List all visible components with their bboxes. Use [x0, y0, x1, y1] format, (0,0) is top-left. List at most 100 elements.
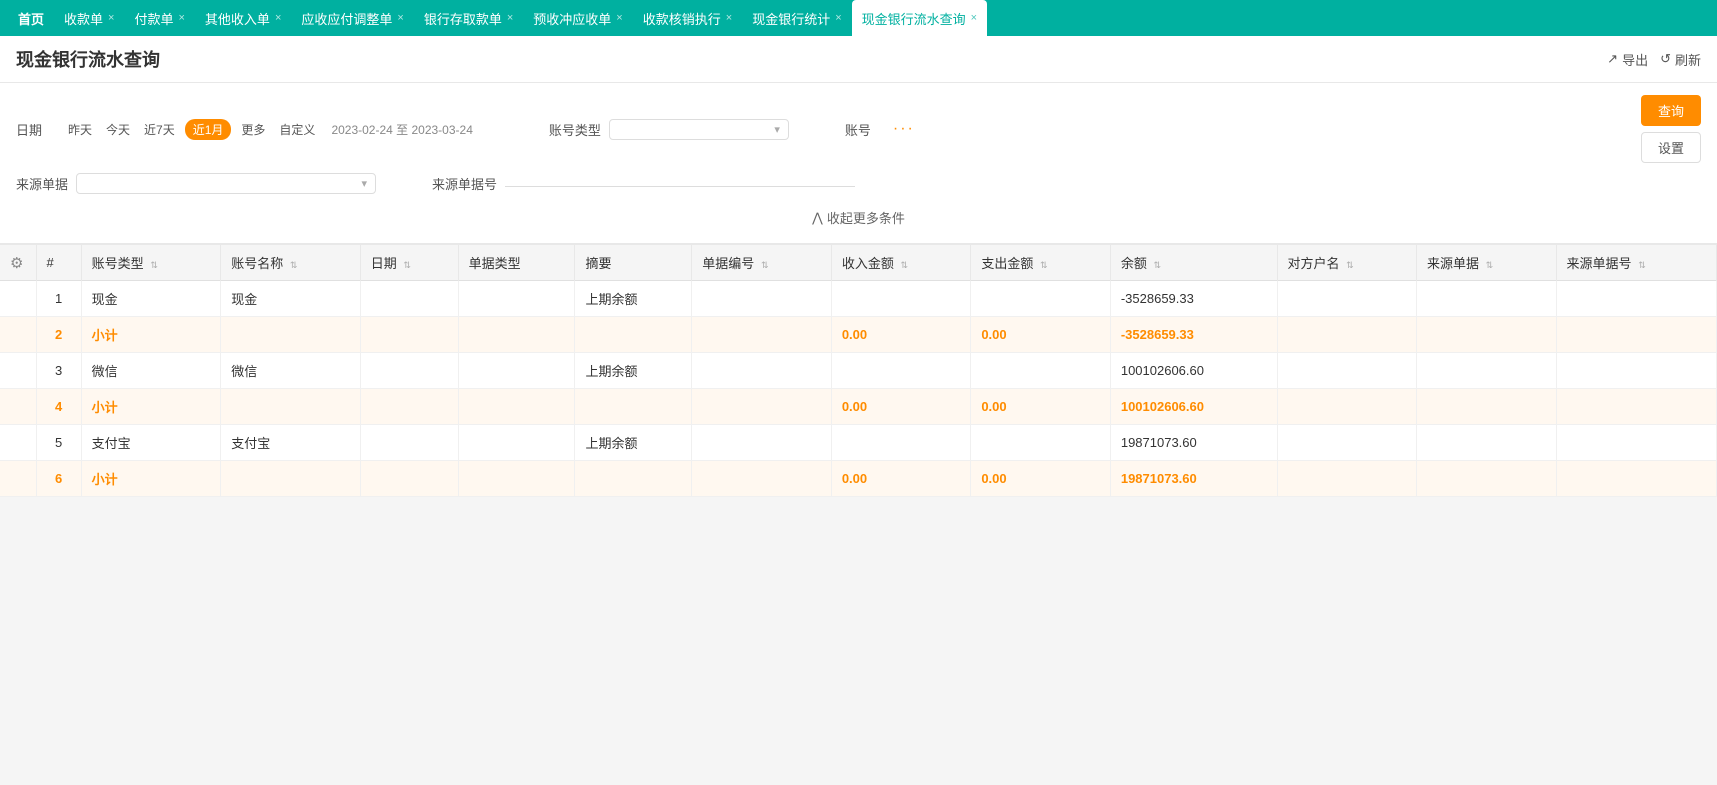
nav-tab-other-income[interactable]: 其他收入单 ×: [195, 0, 291, 36]
nav-tab-prepaid-close[interactable]: ×: [616, 12, 622, 24]
export-button[interactable]: ↗ 导出: [1607, 50, 1648, 69]
th-date[interactable]: 日期 ⇅: [360, 245, 458, 281]
date-opt-today[interactable]: 今天: [102, 119, 134, 140]
refresh-icon: ↺: [1660, 51, 1671, 67]
th-balance[interactable]: 余额 ⇅: [1110, 245, 1277, 281]
nav-tab-cash-bank-flow[interactable]: 现金银行流水查询 ×: [852, 0, 987, 36]
td-expense: [971, 425, 1111, 461]
date-opt-7days[interactable]: 近7天: [140, 119, 179, 140]
table-row[interactable]: 3微信微信上期余额100102606.60: [0, 353, 1717, 389]
td-summary: [575, 389, 692, 425]
nav-tab-cash-bank-flow-close[interactable]: ×: [971, 12, 977, 24]
sort-icon-account-name: ⇅: [290, 260, 298, 270]
th-source-bill-num[interactable]: 来源单据号 ⇅: [1556, 245, 1716, 281]
td-counterparty: [1277, 353, 1417, 389]
page-header: 现金银行流水查询 ↗ 导出 ↺ 刷新: [0, 36, 1717, 83]
td-source-bill-num: [1556, 281, 1716, 317]
td-date: [360, 281, 458, 317]
export-icon: ↗: [1607, 51, 1618, 67]
th-gear[interactable]: ⚙: [0, 245, 36, 281]
table-row[interactable]: 6小计0.000.0019871073.60: [0, 461, 1717, 497]
th-expense[interactable]: 支出金额 ⇅: [971, 245, 1111, 281]
table-row[interactable]: 4小计0.000.00100102606.60: [0, 389, 1717, 425]
th-account-type[interactable]: 账号类型 ⇅: [81, 245, 221, 281]
td-source-bill: [1417, 461, 1557, 497]
nav-tab-prepaid[interactable]: 预收冲应收单 ×: [523, 0, 632, 36]
td-income: 0.00: [831, 317, 971, 353]
nav-tab-receipt-verify-close[interactable]: ×: [726, 12, 732, 24]
td-num: 5: [36, 425, 81, 461]
data-table: ⚙ # 账号类型 ⇅ 账号名称 ⇅ 日期 ⇅ 单据类型: [0, 245, 1717, 497]
nav-tab-ar-ap-adjust-label: 应收应付调整单: [301, 9, 392, 28]
date-label: 日期: [16, 120, 56, 139]
date-opt-custom[interactable]: 自定义: [275, 119, 319, 140]
td-date: [360, 353, 458, 389]
collapse-icon: ⋀: [812, 210, 823, 226]
td-summary: 上期余额: [575, 425, 692, 461]
th-source-bill[interactable]: 来源单据 ⇅: [1417, 245, 1557, 281]
th-account-name[interactable]: 账号名称 ⇅: [221, 245, 361, 281]
nav-tab-payment-close[interactable]: ×: [178, 12, 184, 24]
action-buttons: 查询 设置: [1641, 95, 1701, 163]
td-source-bill-num: [1556, 461, 1716, 497]
settings-button[interactable]: 设置: [1641, 132, 1701, 163]
th-num: #: [36, 245, 81, 281]
refresh-label: 刷新: [1675, 50, 1701, 69]
td-account-type: 小计: [81, 461, 221, 497]
td-summary: 上期余额: [575, 281, 692, 317]
nav-tab-receipt-verify-label: 收款核销执行: [643, 9, 721, 28]
nav-tab-cash-bank-stat-label: 现金银行统计: [752, 9, 830, 28]
nav-tab-receipt-label: 收款单: [64, 9, 103, 28]
td-bill-number: [692, 353, 832, 389]
td-bill-type: [458, 461, 575, 497]
td-income: [831, 353, 971, 389]
nav-tab-receipt-close[interactable]: ×: [108, 12, 114, 24]
query-button[interactable]: 查询: [1641, 95, 1701, 126]
td-gear: [0, 353, 36, 389]
nav-tab-other-income-close[interactable]: ×: [275, 12, 281, 24]
nav-tab-ar-ap-adjust[interactable]: 应收应付调整单 ×: [291, 0, 413, 36]
date-opt-1month[interactable]: 近1月: [185, 119, 232, 140]
td-bill-number: [692, 281, 832, 317]
nav-tab-payment-label: 付款单: [134, 9, 173, 28]
td-source-bill: [1417, 317, 1557, 353]
th-bill-number[interactable]: 单据编号 ⇅: [692, 245, 832, 281]
nav-tab-cash-bank-stat-close[interactable]: ×: [835, 12, 841, 24]
td-account-name: [221, 461, 361, 497]
sort-icon-source-bill-num: ⇅: [1638, 260, 1646, 270]
collapse-button[interactable]: ⋀ 收起更多条件: [812, 208, 905, 227]
gear-icon: ⚙: [10, 255, 23, 272]
nav-tab-receipt-verify[interactable]: 收款核销执行 ×: [633, 0, 742, 36]
account-dots-button[interactable]: ···: [893, 120, 915, 138]
nav-tab-cash-bank-stat[interactable]: 现金银行统计 ×: [742, 0, 851, 36]
nav-tab-home[interactable]: 首页: [8, 0, 54, 36]
td-gear: [0, 389, 36, 425]
td-source-bill-num: [1556, 425, 1716, 461]
th-income[interactable]: 收入金额 ⇅: [831, 245, 971, 281]
sort-icon-counterparty: ⇅: [1346, 260, 1354, 270]
nav-tab-bank-deposit-close[interactable]: ×: [507, 12, 513, 24]
td-gear: [0, 425, 36, 461]
date-opt-more[interactable]: 更多: [237, 119, 269, 140]
nav-tab-payment[interactable]: 付款单 ×: [124, 0, 194, 36]
table-row[interactable]: 5支付宝支付宝上期余额19871073.60: [0, 425, 1717, 461]
source-bill-number-filter-group: 来源单据号: [432, 174, 855, 193]
account-type-label: 账号类型: [549, 120, 601, 139]
source-bill-select[interactable]: ▾: [76, 173, 376, 194]
th-counterparty[interactable]: 对方户名 ⇅: [1277, 245, 1417, 281]
td-balance: 100102606.60: [1110, 389, 1277, 425]
nav-tab-bank-deposit[interactable]: 银行存取款单 ×: [414, 0, 523, 36]
account-type-select[interactable]: ▾: [609, 119, 789, 140]
table-row[interactable]: 1现金现金上期余额-3528659.33: [0, 281, 1717, 317]
th-bill-type: 单据类型: [458, 245, 575, 281]
td-balance: -3528659.33: [1110, 281, 1277, 317]
nav-tab-ar-ap-adjust-close[interactable]: ×: [397, 12, 403, 24]
table-row[interactable]: 2小计0.000.00-3528659.33: [0, 317, 1717, 353]
td-balance: 19871073.60: [1110, 461, 1277, 497]
nav-tab-receipt[interactable]: 收款单 ×: [54, 0, 124, 36]
refresh-button[interactable]: ↺ 刷新: [1660, 50, 1701, 69]
sort-icon-bill-number: ⇅: [761, 260, 769, 270]
nav-tab-cash-bank-flow-label: 现金银行流水查询: [862, 9, 966, 28]
source-bill-number-input[interactable]: [505, 180, 855, 187]
date-opt-yesterday[interactable]: 昨天: [64, 119, 96, 140]
